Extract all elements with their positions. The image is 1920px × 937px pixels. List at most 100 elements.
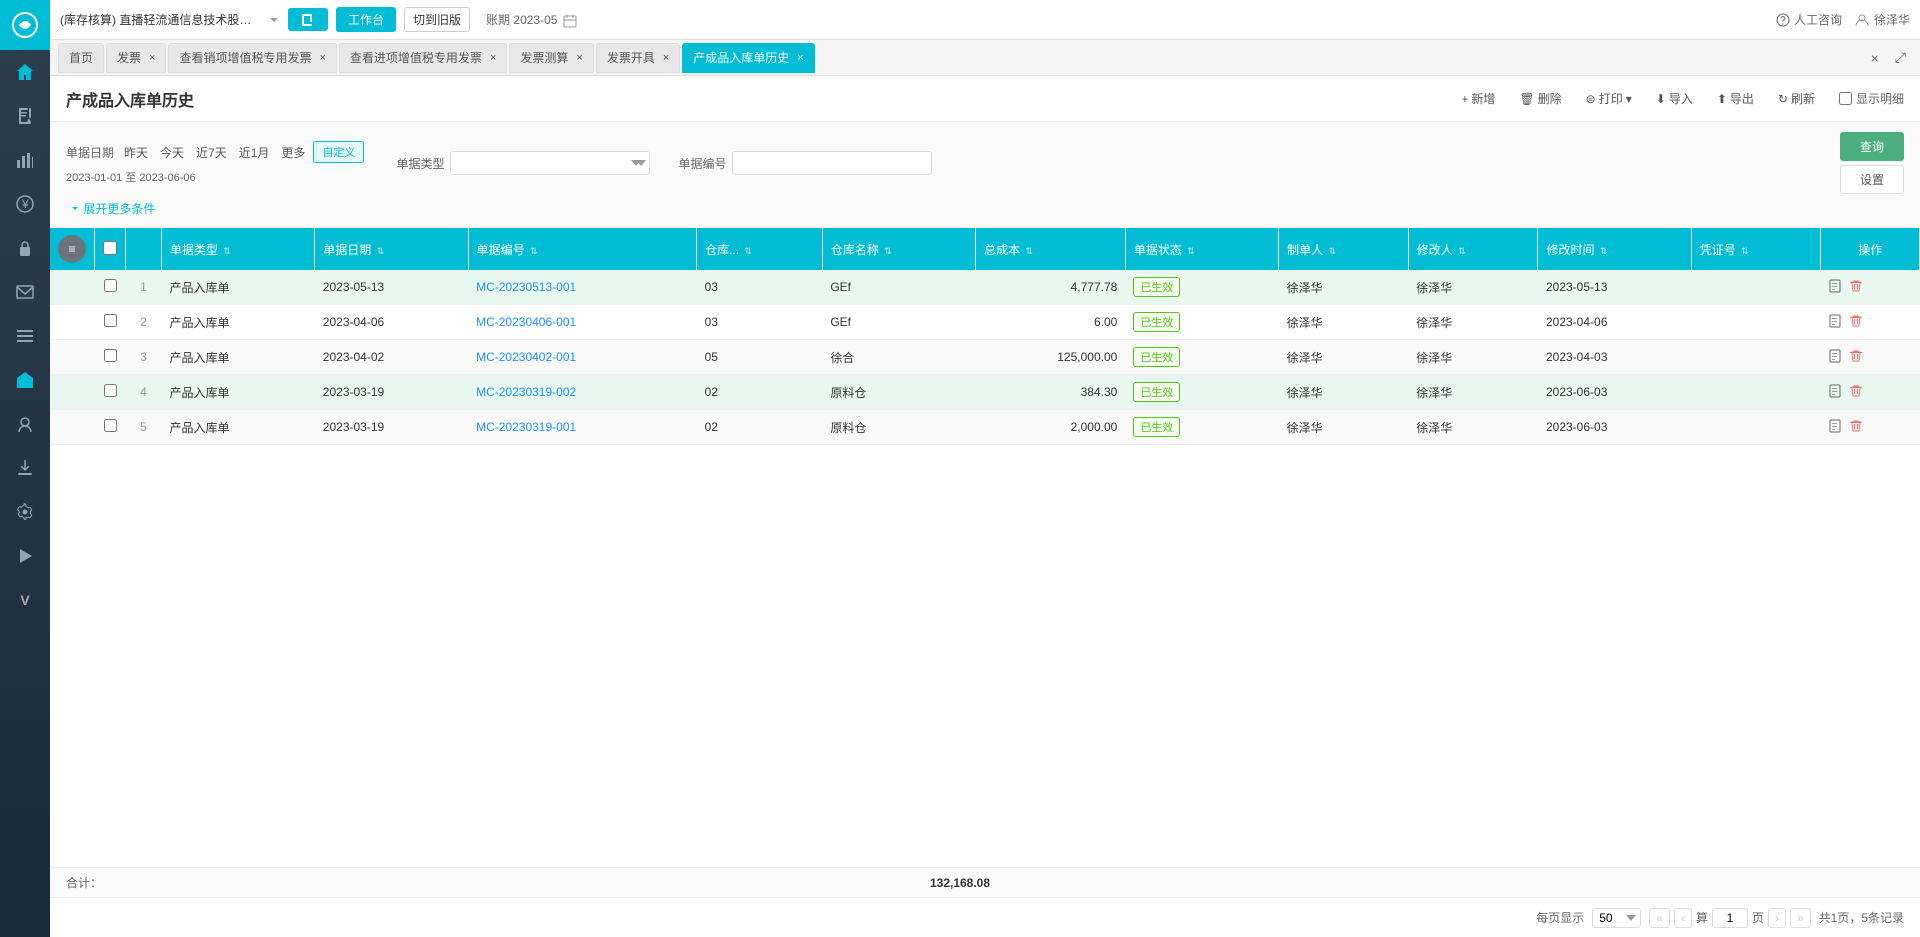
row-number-link[interactable]: MC-20230402-001 [476, 350, 576, 364]
sidebar-item-warehouse[interactable] [0, 358, 50, 402]
row-checkbox[interactable] [104, 419, 117, 432]
sidebar-item-play[interactable] [0, 534, 50, 578]
tab-invoice-calc[interactable]: 发票测算 × [509, 43, 593, 73]
delete-btn[interactable]: 🗑 删除 [1511, 86, 1569, 111]
col-status[interactable]: 单据状态 ⇅ [1125, 228, 1278, 270]
row-checkbox[interactable] [104, 279, 117, 292]
workbench-btn[interactable]: 工作台 [336, 7, 396, 32]
row-number-link[interactable]: MC-20230406-001 [476, 315, 576, 329]
col-cost[interactable]: 总成本 ⇅ [976, 228, 1126, 270]
filter-row-1: 单据日期 昨天 今天 近7天 近1月 更多 自定义 2023-01-01 至 2… [66, 132, 1904, 194]
row-checkbox[interactable] [104, 384, 117, 397]
row-edit-icon[interactable] [1829, 384, 1843, 401]
col-type[interactable]: 单据类型 ⇅ [162, 228, 315, 270]
row-delete-icon[interactable] [1849, 279, 1863, 296]
row-delete-icon[interactable] [1849, 419, 1863, 436]
row-edit-icon[interactable] [1829, 349, 1843, 366]
col-modify-time[interactable]: 修改时间 ⇅ [1538, 228, 1691, 270]
select-all-checkbox[interactable] [103, 241, 117, 255]
export-btn[interactable]: ⬆ 导出 [1709, 86, 1762, 111]
row-edit-icon[interactable] [1829, 279, 1843, 296]
sidebar-item-finance[interactable]: ¥ [0, 182, 50, 226]
row-wh-name: GEf [822, 270, 975, 305]
tab-purchase-vat-close[interactable]: × [490, 52, 496, 64]
sidebar-item-mail[interactable] [0, 270, 50, 314]
last-page-btn[interactable]: » [1790, 908, 1811, 928]
col-number[interactable]: 单据编号 ⇅ [468, 228, 696, 270]
sidebar-item-chart[interactable] [0, 138, 50, 182]
col-settings-btn[interactable]: ≡ [58, 235, 86, 263]
row-delete-icon[interactable] [1849, 314, 1863, 331]
tab-home[interactable]: 首页 [58, 43, 104, 73]
per-page-select[interactable]: 50 20 100 [1592, 908, 1641, 928]
tab-invoice-open-close[interactable]: × [663, 52, 669, 64]
tab-product-history[interactable]: 产成品入库单历史 × [682, 43, 814, 73]
sidebar-item-download[interactable] [0, 446, 50, 490]
switch-version-btn[interactable]: 切到旧版 [404, 7, 470, 32]
filter-date-1month[interactable]: 近1月 [235, 141, 274, 163]
col-wh-name[interactable]: 仓库名称 ⇅ [822, 228, 975, 270]
tab-invoice-close[interactable]: × [149, 52, 155, 64]
row-cost: 125,000.00 [976, 340, 1126, 375]
col-modifier[interactable]: 修改人 ⇅ [1408, 228, 1538, 270]
row-number-link[interactable]: MC-20230319-002 [476, 385, 576, 399]
sidebar-item-stamp[interactable] [0, 402, 50, 446]
row-edit-icon[interactable] [1829, 419, 1843, 436]
sidebar-item-doc[interactable] [0, 94, 50, 138]
set-btn[interactable]: 设置 [1840, 165, 1904, 194]
tab-product-history-close[interactable]: × [797, 52, 803, 64]
refresh-btn[interactable]: ↻ 刷新 [1770, 86, 1823, 111]
row-number-link[interactable]: MC-20230513-001 [476, 280, 576, 294]
col-voucher[interactable]: 凭证号 ⇅ [1691, 228, 1821, 270]
row-number-link[interactable]: MC-20230319-001 [476, 420, 576, 434]
print-btn[interactable]: ⊜ 打印 ▾ [1578, 86, 1640, 111]
filter-date-custom[interactable]: 自定义 [313, 141, 364, 163]
user-menu[interactable]: 徐泽华 [1854, 11, 1910, 28]
filter-date-7days[interactable]: 近7天 [192, 141, 231, 163]
tab-invoice-open[interactable]: 发票开具 × [596, 43, 680, 73]
sidebar-item-settings[interactable] [0, 490, 50, 534]
filter-date-more[interactable]: 更多 [277, 141, 309, 163]
expand-more-btn[interactable]: 展开更多条件 [70, 200, 155, 217]
maximize-btn[interactable]: ⤢ [1889, 47, 1912, 68]
tab-invoice[interactable]: 发票 × [106, 43, 166, 73]
row-edit-icon[interactable] [1829, 314, 1843, 331]
doc-btn[interactable] [288, 8, 328, 31]
sidebar-item-list[interactable] [0, 314, 50, 358]
support-btn[interactable]: 人工咨询 [1776, 11, 1842, 28]
row-delete-icon[interactable] [1849, 384, 1863, 401]
sidebar-item-home[interactable] [0, 50, 50, 94]
tab-sales-vat-close[interactable]: × [319, 52, 325, 64]
filter-type-select[interactable] [450, 151, 650, 175]
new-btn[interactable]: + 新增 [1453, 86, 1503, 111]
page-input[interactable] [1712, 908, 1748, 928]
row-modifier: 徐泽华 [1408, 340, 1538, 375]
display-detail-label[interactable]: 显示明细 [1856, 90, 1904, 107]
sidebar-item-lock[interactable] [0, 226, 50, 270]
row-checkbox[interactable] [104, 314, 117, 327]
filter-date-yesterday[interactable]: 昨天 [120, 141, 152, 163]
first-page-btn[interactable]: « [1649, 908, 1670, 928]
col-wh-code[interactable]: 仓库... ⇅ [697, 228, 823, 270]
tab-invoice-calc-close[interactable]: × [576, 52, 582, 64]
query-btn[interactable]: 查询 [1840, 132, 1904, 161]
next-page-btn[interactable]: › [1768, 908, 1786, 928]
close-all-tabs-btn[interactable]: × [1865, 48, 1885, 68]
filter-date-today[interactable]: 今天 [156, 141, 188, 163]
sidebar-item-v[interactable]: V [0, 578, 50, 622]
row-checkbox[interactable] [104, 349, 117, 362]
filter-number-input[interactable] [732, 151, 932, 175]
row-delete-icon[interactable] [1849, 349, 1863, 366]
prev-page-btn[interactable]: ‹ [1674, 908, 1692, 928]
app-logo[interactable] [0, 0, 50, 50]
display-detail-checkbox[interactable] [1839, 92, 1852, 105]
row-type: 产品入库单 [162, 270, 315, 305]
tab-sales-vat[interactable]: 查看销项增值税专用发票 × [168, 43, 336, 73]
tab-purchase-vat[interactable]: 查看进项增值税专用发票 × [339, 43, 507, 73]
import-btn[interactable]: ⬇ 导入 [1648, 86, 1701, 111]
total-records-info: 共1页，5条记录 [1819, 909, 1904, 926]
content: 产成品入库单历史 + 新增 🗑 删除 ⊜ 打印 ▾ ⬇ 导入 [50, 76, 1920, 937]
col-creator[interactable]: 制单人 ⇅ [1279, 228, 1409, 270]
row-status: 已生效 [1125, 375, 1278, 410]
col-date[interactable]: 单据日期 ⇅ [315, 228, 468, 270]
